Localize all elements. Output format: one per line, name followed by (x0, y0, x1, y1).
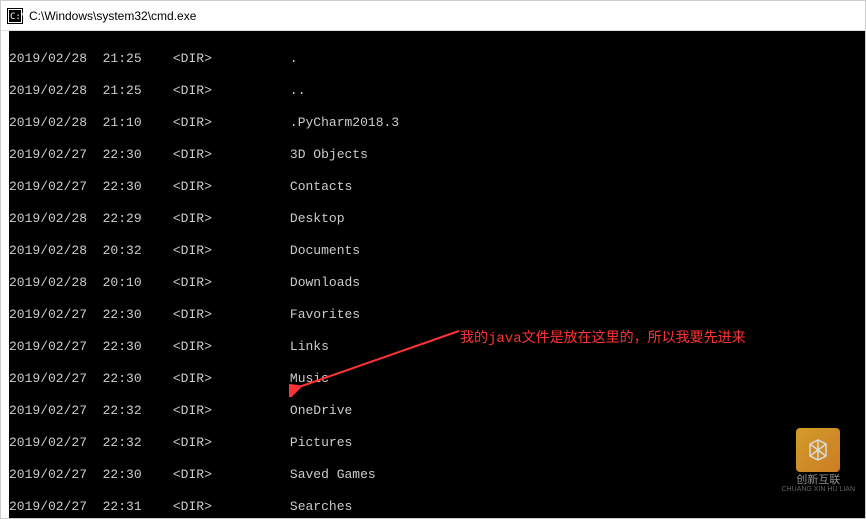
dir-entry: 2019/02/28 21:10 <DIR> .PyCharm2018.3 (9, 115, 865, 131)
window-title: C:\Windows\system32\cmd.exe (29, 9, 196, 23)
terminal-area[interactable]: 2019/02/28 21:25 <DIR> . 2019/02/28 21:2… (1, 31, 865, 518)
cmd-icon: C:\ (7, 8, 23, 24)
dir-entry: 2019/02/27 22:30 <DIR> Contacts (9, 179, 865, 195)
dir-entry: 2019/02/28 21:25 <DIR> . (9, 51, 865, 67)
dir-entry: 2019/02/27 22:32 <DIR> Pictures (9, 435, 865, 451)
dir-entry: 2019/02/27 22:30 <DIR> Music (9, 371, 865, 387)
dir-entry: 2019/02/27 22:30 <DIR> Favorites (9, 307, 865, 323)
dir-entry: 2019/02/27 22:30 <DIR> Saved Games (9, 467, 865, 483)
cmd-window: C:\ C:\Windows\system32\cmd.exe 2019/02/… (0, 0, 866, 519)
dir-entry: 2019/02/28 20:10 <DIR> Downloads (9, 275, 865, 291)
dir-entry: 2019/02/28 21:25 <DIR> .. (9, 83, 865, 99)
dir-entry: 2019/02/27 22:31 <DIR> Searches (9, 499, 865, 515)
titlebar[interactable]: C:\ C:\Windows\system32\cmd.exe (1, 1, 865, 31)
dir-entry: 2019/02/28 20:32 <DIR> Documents (9, 243, 865, 259)
dir-entry: 2019/02/27 22:30 <DIR> 3D Objects (9, 147, 865, 163)
annotation-text: 我的java文件是放在这里的，所以我要先进来 (460, 327, 746, 347)
dir-entry: 2019/02/27 22:32 <DIR> OneDrive (9, 403, 865, 419)
svg-text:C:\: C:\ (10, 12, 23, 22)
dir-entry: 2019/02/28 22:29 <DIR> Desktop (9, 211, 865, 227)
